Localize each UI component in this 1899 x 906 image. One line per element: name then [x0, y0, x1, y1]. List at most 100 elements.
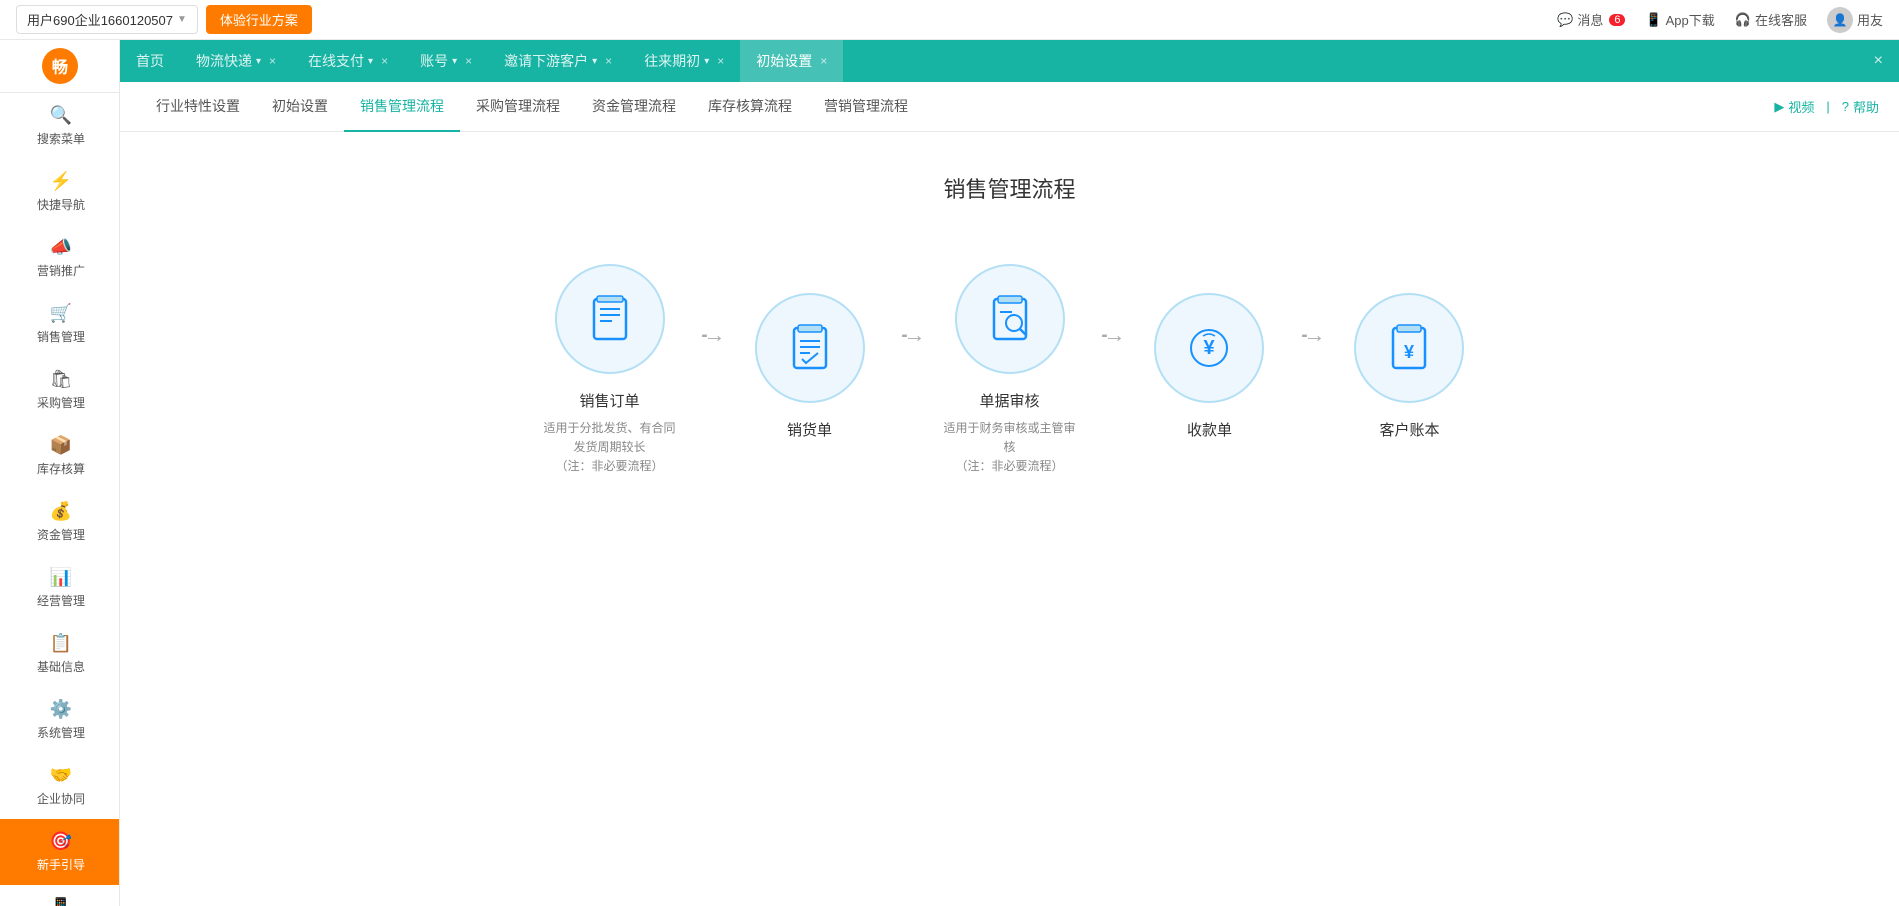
logistics-close-icon[interactable]: ×: [269, 54, 276, 68]
sidebar-label-marketing: 营销推广: [37, 262, 85, 279]
help-label: 帮助: [1853, 97, 1879, 116]
sub-tab-inventory-flow[interactable]: 库存核算流程: [692, 82, 808, 132]
nav-tab-invite-downstream[interactable]: 邀请下游客户 ▾ ×: [488, 40, 628, 82]
initial-setup-close-icon[interactable]: ×: [820, 54, 827, 68]
divider: |: [1826, 99, 1829, 114]
user-avatar-item[interactable]: 👤 用友: [1827, 7, 1883, 33]
sidebar-item-finance[interactable]: 💰 资金管理: [0, 489, 119, 555]
customer-service-item[interactable]: 🎧 在线客服: [1735, 10, 1807, 29]
user-selector[interactable]: 用户690企业1660120507 ▼: [16, 5, 198, 34]
nav-tab-home[interactable]: 首页: [120, 40, 180, 82]
sidebar-item-basic-info[interactable]: 📋 基础信息: [0, 621, 119, 687]
trial-button[interactable]: 体验行业方案: [206, 5, 312, 34]
app-center-icon: 📱: [50, 897, 72, 906]
nav-tab-online-pay-label: 在线支付: [308, 51, 364, 71]
video-help-item[interactable]: ▶ 视频: [1774, 97, 1814, 116]
sub-tab-marketing-flow[interactable]: 营销管理流程: [808, 82, 924, 132]
online-pay-close-icon[interactable]: ×: [381, 54, 388, 68]
nav-tab-initial-setup-label: 初始设置: [756, 51, 812, 71]
video-icon: ▶: [1774, 99, 1784, 115]
sidebar-label-new-guide: 新手引导: [37, 856, 85, 873]
svg-text:¥: ¥: [1404, 342, 1414, 362]
sidebar-item-marketing-promo[interactable]: 📣 营销推广: [0, 225, 119, 291]
nav-tab-home-label: 首页: [136, 51, 164, 71]
nav-tab-online-pay[interactable]: 在线支付 ▾ ×: [292, 40, 404, 82]
brand-logo-icon: 畅: [42, 48, 78, 84]
nav-tab-logistics[interactable]: 物流快递 ▾ ×: [180, 40, 292, 82]
logistics-arrow-icon: ▾: [256, 56, 261, 67]
new-guide-icon: 🎯: [50, 831, 72, 852]
sub-tab-finance-flow[interactable]: 资金管理流程: [576, 82, 692, 132]
sales-delivery-circle[interactable]: [755, 293, 865, 403]
avatar: 👤: [1827, 7, 1853, 33]
sidebar-item-purchase-mgmt[interactable]: 🛍 采购管理: [0, 357, 119, 423]
sidebar-item-app-center[interactable]: 📱 应用中心: [0, 885, 119, 906]
nav-tab-period-init[interactable]: 往来期初 ▾ ×: [628, 40, 740, 82]
sales-order-circle[interactable]: [555, 264, 665, 374]
doc-review-desc: 适用于财务审核或主管审核（注：非必要流程）: [940, 419, 1080, 477]
account-close-icon[interactable]: ×: [465, 54, 472, 68]
flow-step-doc-review: 单据审核 适用于财务审核或主管审核（注：非必要流程）: [930, 264, 1090, 477]
app-download-icon: 📱: [1645, 12, 1661, 28]
sidebar-item-inventory[interactable]: 📦 库存核算: [0, 423, 119, 489]
sub-tab-inventory-flow-label: 库存核算流程: [708, 98, 792, 114]
sidebar-item-quick-nav[interactable]: ⚡ 快捷导航: [0, 159, 119, 225]
period-close-icon[interactable]: ×: [717, 54, 724, 68]
sidebar-label-quick-nav: 快捷导航: [37, 196, 85, 213]
doc-review-name: 单据审核: [979, 390, 1039, 411]
receipt-circle[interactable]: ¥: [1154, 293, 1264, 403]
nav-tab-initial-setup[interactable]: 初始设置 ×: [740, 40, 843, 82]
sidebar-item-sales-mgmt[interactable]: 🛒 销售管理: [0, 291, 119, 357]
flow-step-sales-order: 销售订单 适用于分批发货、有合同发货周期较长（注：非必要流程）: [530, 264, 690, 477]
sidebar-label-finance: 资金管理: [37, 526, 85, 543]
flow-arrow-3: ···→: [1100, 322, 1120, 348]
help-item[interactable]: ? 帮助: [1842, 97, 1879, 116]
sub-tab-finance-flow-label: 资金管理流程: [592, 98, 676, 114]
flow-step-receipt: ¥ 收款单: [1129, 293, 1289, 448]
sidebar-item-system-mgmt[interactable]: ⚙️ 系统管理: [0, 687, 119, 753]
username-label: 用友: [1857, 10, 1883, 29]
message-item[interactable]: 💬 消息 6: [1557, 10, 1625, 29]
sub-tab-sales-flow[interactable]: 销售管理流程: [344, 82, 460, 132]
customer-ledger-circle[interactable]: ¥: [1354, 293, 1464, 403]
flow-title: 销售管理流程: [160, 172, 1859, 204]
system-mgmt-icon: ⚙️: [50, 699, 72, 720]
app-download-label: App下载: [1666, 10, 1715, 29]
customer-ledger-name: 客户账本: [1379, 419, 1439, 440]
flow-step-customer-ledger: ¥ 客户账本: [1329, 293, 1489, 448]
enterprise-collab-icon: 🤝: [50, 765, 72, 786]
sidebar-item-operations[interactable]: 📊 经营管理: [0, 555, 119, 621]
receipt-name: 收款单: [1187, 419, 1232, 440]
sub-tab-purchase-flow[interactable]: 采购管理流程: [460, 82, 576, 132]
doc-review-icon: [984, 293, 1036, 345]
invite-arrow-icon: ▾: [592, 56, 597, 67]
sales-order-icon: [584, 293, 636, 345]
flow-steps: 销售订单 适用于分批发货、有合同发货周期较长（注：非必要流程） ···→: [160, 264, 1859, 477]
sub-tab-sales-flow-label: 销售管理流程: [360, 98, 444, 114]
sidebar-item-new-guide[interactable]: 🎯 新手引导: [0, 819, 119, 885]
sales-order-desc: 适用于分批发货、有合同发货周期较长（注：非必要流程）: [540, 419, 680, 477]
sub-tabs-right: ▶ 视频 | ? 帮助: [1774, 97, 1879, 116]
sidebar-logo: 畅: [0, 40, 119, 93]
sub-tab-initial-setup[interactable]: 初始设置: [256, 82, 344, 132]
message-badge: 6: [1609, 14, 1625, 26]
sidebar-item-search[interactable]: 🔍 搜索菜单: [0, 93, 119, 159]
svg-text:畅: 畅: [51, 57, 67, 76]
period-arrow-icon: ▾: [704, 56, 709, 67]
help-icon: ?: [1842, 99, 1849, 114]
app-download-item[interactable]: 📱 App下载: [1645, 10, 1714, 29]
user-label: 用户690企业1660120507: [27, 10, 173, 29]
video-label: 视频: [1788, 97, 1814, 116]
sub-tab-industry-settings[interactable]: 行业特性设置: [140, 82, 256, 132]
nav-tab-account[interactable]: 账号 ▾ ×: [404, 40, 488, 82]
headset-icon: 🎧: [1735, 12, 1751, 28]
nav-close-all-button[interactable]: ×: [1858, 52, 1899, 70]
sub-tab-initial-setup-label: 初始设置: [272, 98, 328, 114]
flow-section: 销售管理流程 销售订单: [120, 132, 1899, 517]
sidebar-item-enterprise-collab[interactable]: 🤝 企业协同: [0, 753, 119, 819]
invite-close-icon[interactable]: ×: [605, 54, 612, 68]
top-bar: 用户690企业1660120507 ▼ 体验行业方案 💬 消息 6 📱 App下…: [0, 0, 1899, 40]
doc-review-circle[interactable]: [955, 264, 1065, 374]
basic-info-icon: 📋: [50, 633, 72, 654]
purchase-icon: 🛍: [50, 369, 73, 390]
